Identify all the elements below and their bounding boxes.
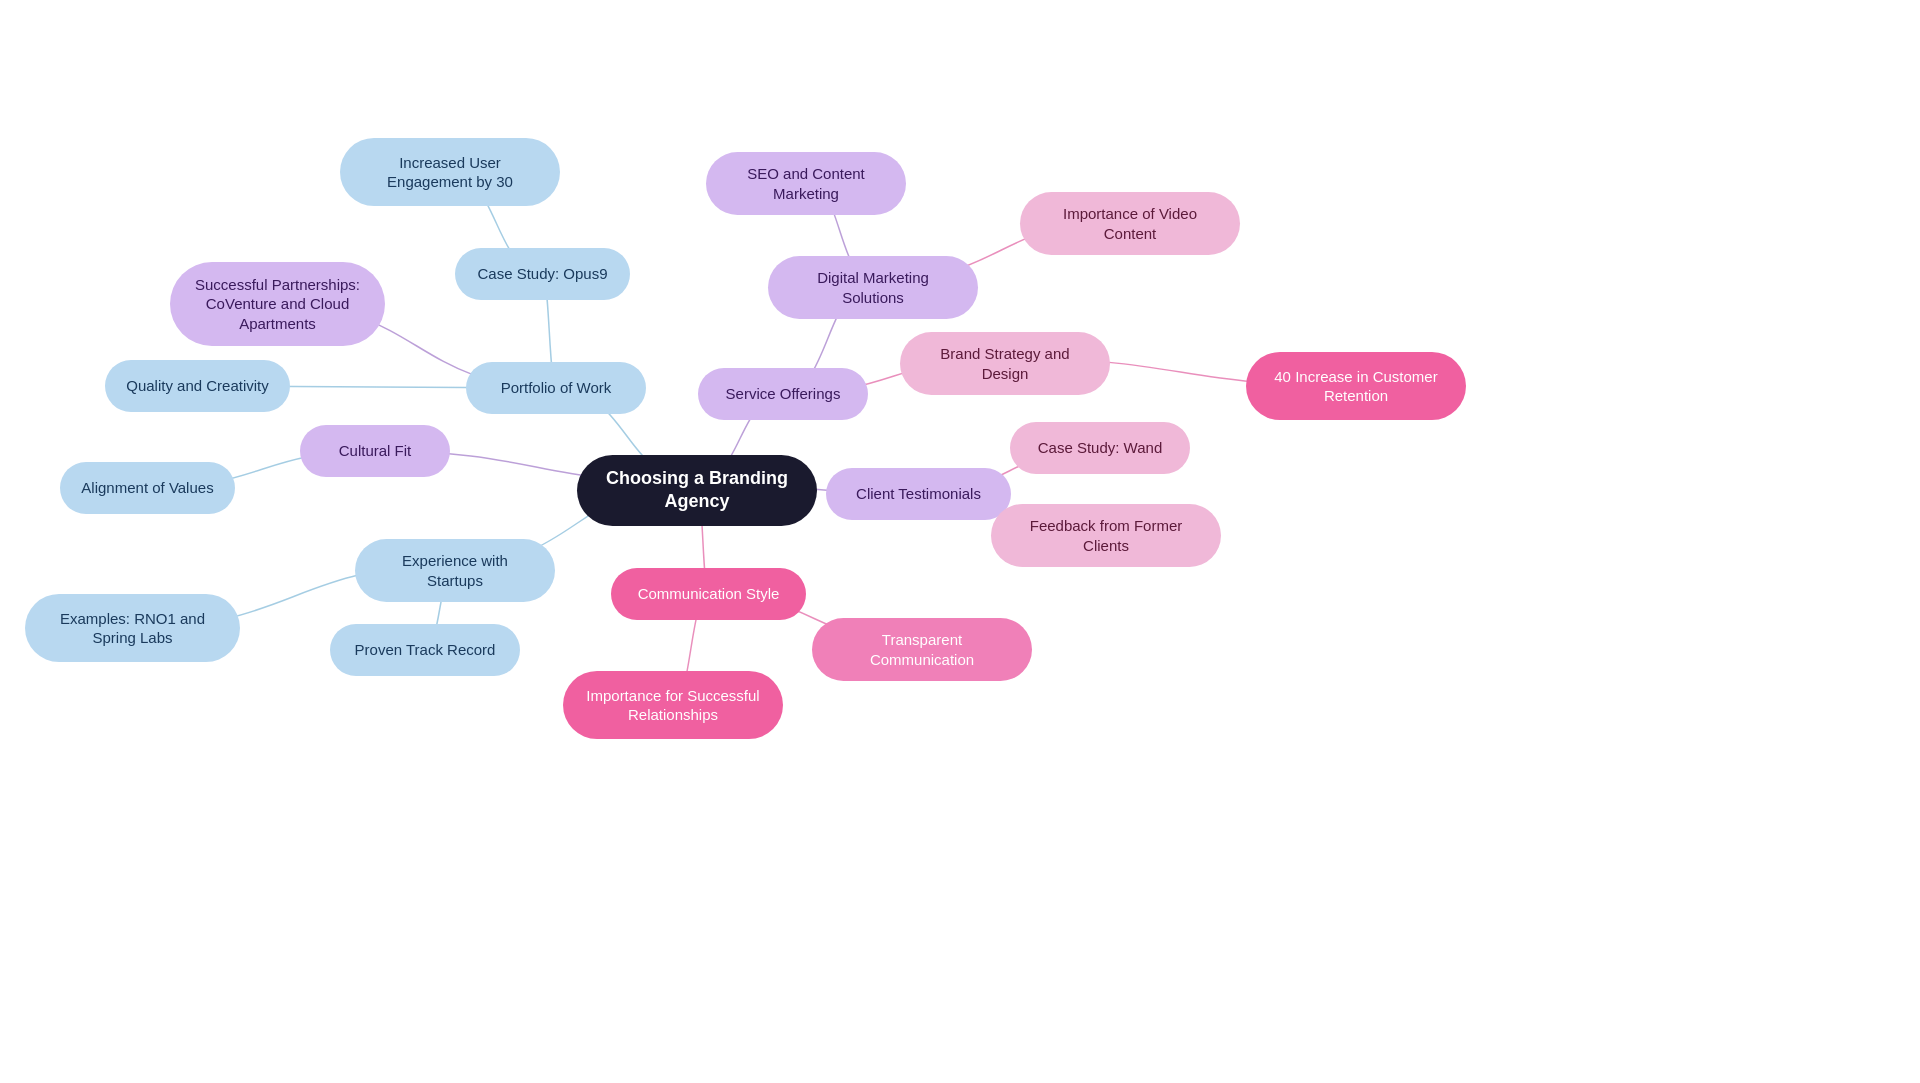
mindmap-node-feedback_clients: Feedback from Former Clients xyxy=(991,504,1221,567)
mindmap-node-transparent_comm: Transparent Communication xyxy=(812,618,1032,681)
mindmap-node-cultural_fit: Cultural Fit xyxy=(300,425,450,477)
mindmap-node-brand_strategy: Brand Strategy and Design xyxy=(900,332,1110,395)
mindmap-node-increased_engagement: Increased User Engagement by 30 xyxy=(340,138,560,206)
mindmap-node-case_study_wand: Case Study: Wand xyxy=(1010,422,1190,474)
mindmap-node-importance_successful: Importance for Successful Relationships xyxy=(563,671,783,739)
mindmap-node-client_testimonials: Client Testimonials xyxy=(826,468,1011,520)
mindmap-node-successful_partnerships: Successful Partnerships: CoVenture and C… xyxy=(170,262,385,346)
mindmap-node-communication_style: Communication Style xyxy=(611,568,806,620)
mindmap-node-center: Choosing a Branding Agency xyxy=(577,455,817,526)
connections-layer xyxy=(0,0,1920,1083)
mindmap-node-portfolio: Portfolio of Work xyxy=(466,362,646,414)
mindmap-node-quality_creativity: Quality and Creativity xyxy=(105,360,290,412)
mindmap-node-examples_rno1: Examples: RNO1 and Spring Labs xyxy=(25,594,240,662)
mindmap-node-experience_startups: Experience with Startups xyxy=(355,539,555,602)
mindmap-node-importance_video: Importance of Video Content xyxy=(1020,192,1240,255)
mindmap-node-digital_marketing: Digital Marketing Solutions xyxy=(768,256,978,319)
mindmap-node-alignment_values: Alignment of Values xyxy=(60,462,235,514)
mindmap-node-service_offerings: Service Offerings xyxy=(698,368,868,420)
mindmap-node-increase_retention: 40 Increase in Customer Retention xyxy=(1246,352,1466,420)
mindmap-node-proven_track: Proven Track Record xyxy=(330,624,520,676)
mindmap-container: Choosing a Branding Agency Portfolio of W… xyxy=(0,0,1920,1083)
mindmap-node-seo_content: SEO and Content Marketing xyxy=(706,152,906,215)
mindmap-node-case_study_opus: Case Study: Opus9 xyxy=(455,248,630,300)
